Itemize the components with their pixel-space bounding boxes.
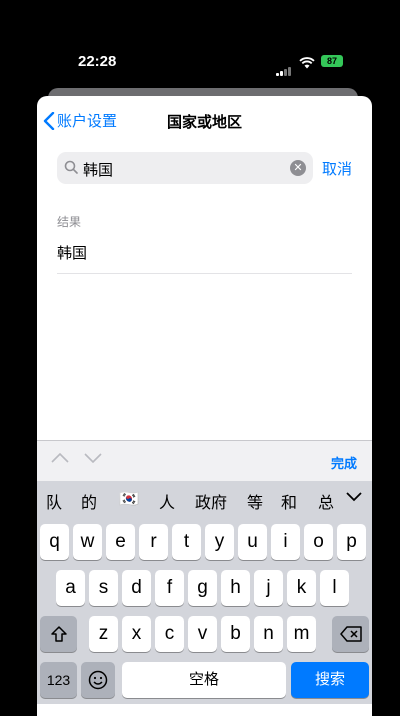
key-u[interactable]: u xyxy=(238,524,267,560)
key-d[interactable]: d xyxy=(122,570,151,606)
key-c[interactable]: c xyxy=(155,616,184,652)
shift-key[interactable] xyxy=(40,616,77,652)
key-r[interactable]: r xyxy=(139,524,168,560)
key-i[interactable]: i xyxy=(271,524,300,560)
done-button[interactable]: 完成 xyxy=(331,453,357,472)
candidate-item[interactable]: 政府 xyxy=(195,489,227,513)
key-b[interactable]: b xyxy=(221,616,250,652)
status-bar: 22:28 87 xyxy=(0,0,400,90)
candidate-item[interactable]: 等 xyxy=(247,489,263,513)
key-p[interactable]: p xyxy=(337,524,366,560)
key-e[interactable]: e xyxy=(106,524,135,560)
key-j[interactable]: j xyxy=(254,570,283,606)
emoji-icon xyxy=(88,670,108,690)
search-input[interactable]: 韩国 ✕ xyxy=(57,152,313,184)
key-m[interactable]: m xyxy=(287,616,316,652)
search-key[interactable]: 搜索 xyxy=(291,662,369,698)
navigation-bar: 账户设置 国家或地区 xyxy=(37,96,372,144)
emoji-key[interactable] xyxy=(81,662,115,698)
status-time: 22:28 xyxy=(78,53,117,70)
cancel-button[interactable]: 取消 xyxy=(322,158,352,179)
key-k[interactable]: k xyxy=(287,570,316,606)
key-l[interactable]: l xyxy=(320,570,349,606)
candidate-item[interactable]: 的 xyxy=(81,489,97,513)
key-q[interactable]: q xyxy=(40,524,69,560)
number-key[interactable]: 123 xyxy=(40,662,77,698)
key-a[interactable]: a xyxy=(56,570,85,606)
wifi-icon xyxy=(299,54,315,73)
key-s[interactable]: s xyxy=(89,570,118,606)
candidate-bar: 队 的 🇰🇷 人 政府 等 和 总 xyxy=(37,481,372,517)
battery-icon: 87 xyxy=(321,55,343,67)
candidate-item[interactable]: 人 xyxy=(159,489,175,513)
search-icon xyxy=(64,160,78,174)
page-title: 国家或地区 xyxy=(166,113,242,131)
candidate-item[interactable]: 队 xyxy=(46,489,62,513)
key-g[interactable]: g xyxy=(188,570,217,606)
chevron-down-icon[interactable] xyxy=(84,451,102,467)
key-o[interactable]: o xyxy=(304,524,333,560)
results-section-header: 结果 xyxy=(57,215,82,229)
candidate-item[interactable]: 🇰🇷 xyxy=(119,489,139,508)
candidate-item[interactable]: 和 xyxy=(281,489,297,513)
keyboard-toolbar: 完成 xyxy=(37,440,372,481)
backspace-icon xyxy=(339,626,362,642)
key-n[interactable]: n xyxy=(254,616,283,652)
keyboard: 完成 队 的 🇰🇷 人 政府 等 和 总 q w e r t y u i o p… xyxy=(37,440,372,704)
divider xyxy=(57,273,352,274)
clear-icon[interactable]: ✕ xyxy=(290,160,306,176)
delete-key[interactable] xyxy=(332,616,369,652)
space-key[interactable]: 空格 xyxy=(122,662,286,698)
key-w[interactable]: w xyxy=(73,524,102,560)
key-t[interactable]: t xyxy=(172,524,201,560)
chevron-up-icon[interactable] xyxy=(51,451,69,467)
search-value: 韩国 xyxy=(83,161,114,179)
result-item[interactable]: 韩国 xyxy=(57,242,87,263)
key-y[interactable]: y xyxy=(205,524,234,560)
candidate-item[interactable]: 总 xyxy=(318,489,334,513)
key-v[interactable]: v xyxy=(188,616,217,652)
shift-icon xyxy=(50,626,67,642)
key-h[interactable]: h xyxy=(221,570,250,606)
key-f[interactable]: f xyxy=(155,570,184,606)
cellular-signal-icon xyxy=(276,57,292,76)
key-z[interactable]: z xyxy=(89,616,118,652)
expand-candidates-icon[interactable] xyxy=(346,487,362,506)
key-x[interactable]: x xyxy=(122,616,151,652)
